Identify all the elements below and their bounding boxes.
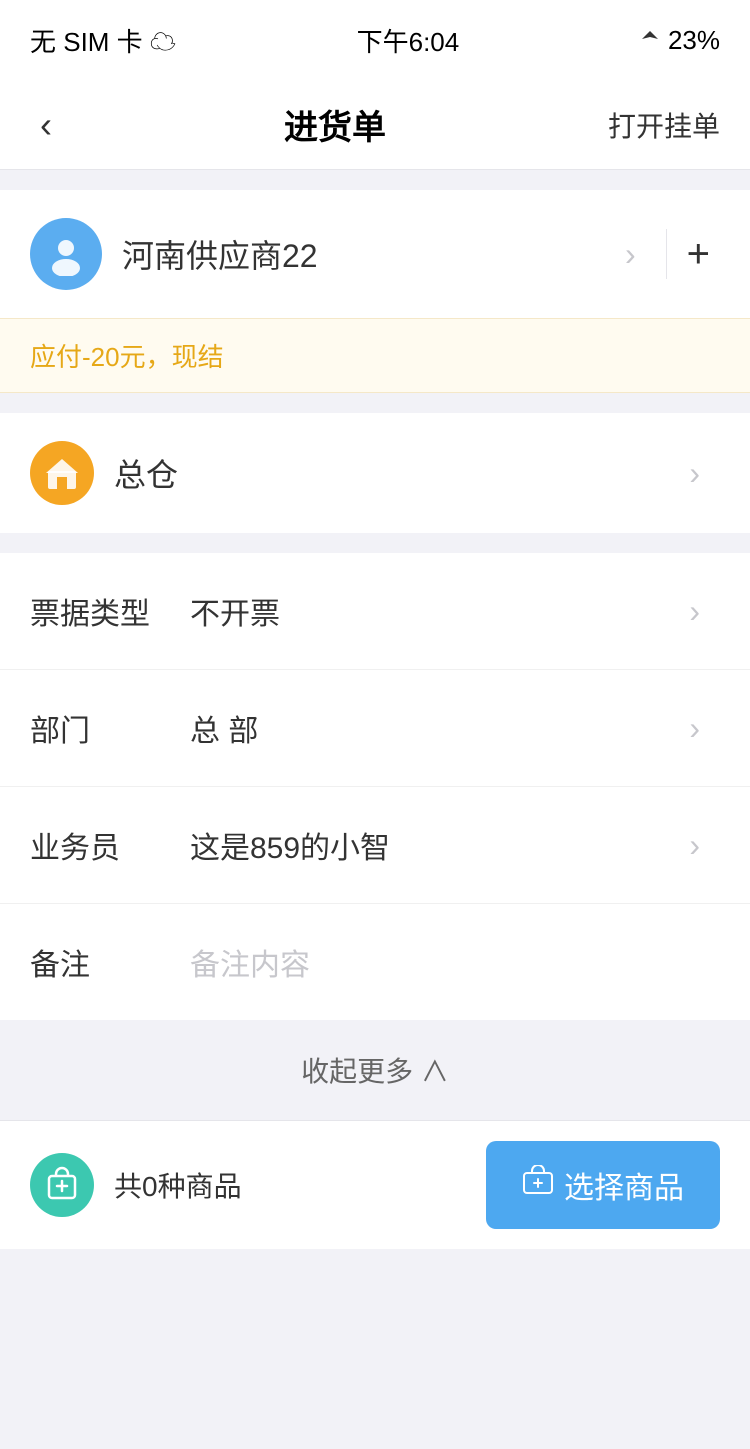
page-title: 进货单 bbox=[284, 100, 386, 149]
invoice-type-chevron-icon: › bbox=[689, 593, 700, 630]
remark-row[interactable]: 备注 备注内容 bbox=[0, 904, 750, 1020]
warehouse-row[interactable]: 总仓 › bbox=[0, 413, 750, 533]
invoice-type-row[interactable]: 票据类型 不开票 › bbox=[0, 553, 750, 670]
back-button[interactable]: ‹ bbox=[30, 94, 62, 156]
battery-icon bbox=[640, 25, 660, 56]
open-pending-button[interactable]: 打开挂单 bbox=[608, 105, 720, 145]
remark-input[interactable]: 备注内容 bbox=[190, 940, 720, 984]
status-time: 下午6:04 bbox=[357, 22, 460, 59]
product-count-text: 共0种商品 bbox=[114, 1165, 466, 1205]
remark-label: 备注 bbox=[30, 940, 190, 984]
main-background bbox=[0, 1249, 750, 1449]
supplier-name: 河南供应商22 bbox=[122, 231, 625, 277]
warehouse-chevron-icon: › bbox=[689, 455, 700, 492]
battery-percent: 23% bbox=[668, 25, 720, 56]
supplier-chevron-icon: › bbox=[625, 236, 636, 273]
sim-status: 无 SIM 卡 ☁ bbox=[30, 22, 176, 59]
collapse-button[interactable]: 收起更多 ∧ bbox=[0, 1020, 750, 1120]
gap-1 bbox=[0, 170, 750, 190]
department-label: 部门 bbox=[30, 706, 190, 750]
salesperson-value: 这是859的小智 bbox=[190, 823, 689, 867]
product-count-icon bbox=[30, 1153, 94, 1217]
notice-bar: 应付-20元，现结 bbox=[0, 318, 750, 393]
supplier-avatar bbox=[30, 218, 102, 290]
select-product-label: 选择商品 bbox=[564, 1163, 684, 1207]
divider bbox=[666, 229, 667, 279]
department-value: 总 部 bbox=[190, 706, 689, 750]
form-section: 票据类型 不开票 › 部门 总 部 › 业务员 这是859的小智 › 备注 备注… bbox=[0, 553, 750, 1020]
status-left: 无 SIM 卡 ☁ bbox=[30, 22, 176, 59]
gap-2 bbox=[0, 393, 750, 413]
warehouse-name: 总仓 bbox=[114, 450, 689, 496]
warehouse-section: 总仓 › bbox=[0, 413, 750, 533]
select-product-icon bbox=[522, 1165, 554, 1205]
warehouse-icon bbox=[30, 441, 94, 505]
supplier-row[interactable]: 河南供应商22 › + bbox=[0, 190, 750, 318]
salesperson-row[interactable]: 业务员 这是859的小智 › bbox=[0, 787, 750, 904]
bottom-bar: 共0种商品 选择商品 bbox=[0, 1120, 750, 1249]
salesperson-chevron-icon: › bbox=[689, 827, 700, 864]
nav-bar: ‹ 进货单 打开挂单 bbox=[0, 80, 750, 170]
status-bar: 无 SIM 卡 ☁ 下午6:04 23% bbox=[0, 0, 750, 80]
invoice-type-value: 不开票 bbox=[190, 589, 689, 633]
department-row[interactable]: 部门 总 部 › bbox=[0, 670, 750, 787]
select-product-button[interactable]: 选择商品 bbox=[486, 1141, 720, 1229]
department-chevron-icon: › bbox=[689, 710, 700, 747]
invoice-type-label: 票据类型 bbox=[30, 589, 190, 633]
status-right: 23% bbox=[640, 25, 720, 56]
supplier-section: 河南供应商22 › + 应付-20元，现结 bbox=[0, 190, 750, 393]
salesperson-label: 业务员 bbox=[30, 823, 190, 867]
collapse-label: 收起更多 ∧ bbox=[301, 1050, 449, 1090]
gap-3 bbox=[0, 533, 750, 553]
add-supplier-button[interactable]: + bbox=[677, 232, 720, 277]
